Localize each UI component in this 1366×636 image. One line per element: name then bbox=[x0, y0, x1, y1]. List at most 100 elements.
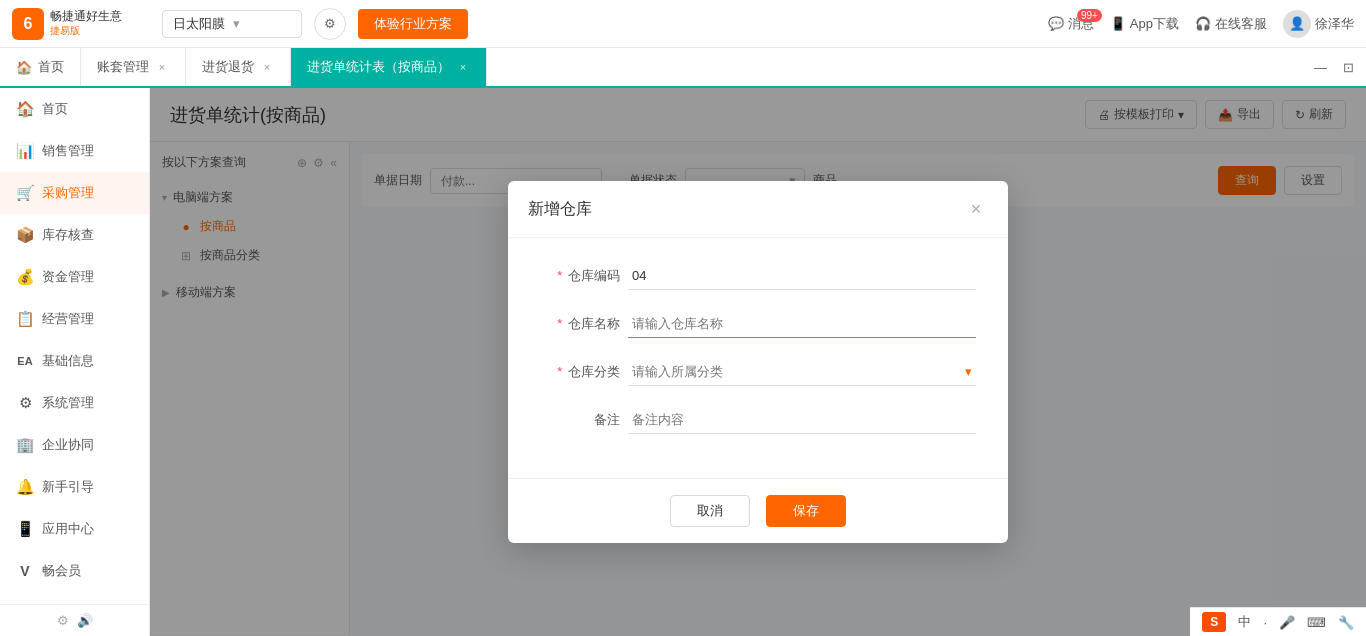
logo-icon: 6 bbox=[12, 8, 44, 40]
tools-icon[interactable]: 🔧 bbox=[1338, 615, 1354, 630]
sidebar-volume-icon[interactable]: 🔊 bbox=[77, 613, 93, 628]
sidebar-item-home[interactable]: 🏠 首页 bbox=[0, 88, 149, 130]
sidebar-item-enterprise[interactable]: 🏢 企业协同 bbox=[0, 424, 149, 466]
app-center-icon: 📱 bbox=[16, 520, 34, 538]
base-info-icon: EA bbox=[16, 352, 34, 370]
sidebar-item-vip[interactable]: V 畅会员 bbox=[0, 550, 149, 592]
system-icon: ⚙ bbox=[16, 394, 34, 412]
tab-purchase-return-label: 进货退货 bbox=[202, 58, 254, 76]
sidebar-item-system[interactable]: ⚙ 系统管理 bbox=[0, 382, 149, 424]
dot-icon[interactable]: · bbox=[1263, 615, 1267, 630]
sidebar-item-vip-label: 畅会员 bbox=[42, 562, 81, 580]
form-row-category: * 仓库分类 ▾ bbox=[540, 358, 976, 386]
sidebar: 🏠 首页 📊 销售管理 🛒 采购管理 📦 库存核查 💰 资金管理 📋 经营管理 … bbox=[0, 88, 150, 636]
sidebar-item-purchase-label: 采购管理 bbox=[42, 184, 94, 202]
sidebar-item-guide-label: 新手引导 bbox=[42, 478, 94, 496]
header-center: ⚙ 体验行业方案 bbox=[314, 8, 468, 40]
mic-icon[interactable]: 🎤 bbox=[1279, 615, 1295, 630]
message-icon: 💬 bbox=[1048, 16, 1064, 31]
sidebar-item-finance-label: 资金管理 bbox=[42, 268, 94, 286]
header-right: 💬 消息 99+ 📱 App下载 🎧 在线客服 👤 徐泽华 bbox=[1048, 10, 1354, 38]
sales-icon: 📊 bbox=[16, 142, 34, 160]
app-download-label: App下载 bbox=[1130, 15, 1179, 33]
username: 徐泽华 bbox=[1315, 15, 1354, 33]
sidebar-item-home-label: 首页 bbox=[42, 100, 68, 118]
tab-purchase-stats-close-icon[interactable]: × bbox=[456, 60, 470, 74]
avatar: 👤 bbox=[1283, 10, 1311, 38]
modal-overlay: 新增仓库 × * 仓库编码 * bbox=[150, 88, 1366, 636]
modal-new-warehouse: 新增仓库 × * 仓库编码 * bbox=[508, 181, 1008, 543]
tab-minimize-icon[interactable]: — bbox=[1310, 58, 1331, 77]
save-button[interactable]: 保存 bbox=[766, 495, 846, 527]
enterprise-icon: 🏢 bbox=[16, 436, 34, 454]
sidebar-item-system-label: 系统管理 bbox=[42, 394, 94, 412]
headset-icon: 🎧 bbox=[1195, 16, 1211, 31]
sidebar-item-app-center[interactable]: 📱 应用中心 bbox=[0, 508, 149, 550]
s-logo-icon[interactable]: S bbox=[1202, 612, 1226, 632]
zh-icon[interactable]: 中 bbox=[1238, 613, 1251, 631]
store-name: 日太阳膜 bbox=[173, 15, 225, 33]
tab-accounts[interactable]: 账套管理 × bbox=[81, 48, 186, 86]
sidebar-item-sales-label: 销售管理 bbox=[42, 142, 94, 160]
purchase-icon: 🛒 bbox=[16, 184, 34, 202]
sidebar-settings-icon[interactable]: ⚙ bbox=[57, 613, 69, 628]
sidebar-item-base-info-label: 基础信息 bbox=[42, 352, 94, 370]
home-icon: 🏠 bbox=[16, 60, 32, 75]
sidebar-item-inventory-label: 库存核查 bbox=[42, 226, 94, 244]
bottom-bar: S 中 · 🎤 ⌨ 🔧 bbox=[1190, 607, 1366, 636]
warehouse-name-input[interactable] bbox=[628, 310, 976, 338]
tab-home-label: 首页 bbox=[38, 58, 64, 76]
form-row-name: * 仓库名称 bbox=[540, 310, 976, 338]
guide-icon: 🔔 bbox=[16, 478, 34, 496]
category-label: * 仓库分类 bbox=[540, 363, 620, 381]
tab-accounts-label: 账套管理 bbox=[97, 58, 149, 76]
cancel-button[interactable]: 取消 bbox=[670, 495, 750, 527]
tab-purchase-stats[interactable]: 进货单统计表（按商品） × bbox=[291, 48, 487, 86]
sidebar-item-operations[interactable]: 📋 经营管理 bbox=[0, 298, 149, 340]
user-profile-button[interactable]: 👤 徐泽华 bbox=[1283, 10, 1354, 38]
operations-icon: 📋 bbox=[16, 310, 34, 328]
remark-label: 备注 bbox=[540, 411, 620, 429]
mobile-icon: 📱 bbox=[1110, 16, 1126, 31]
keyboard-icon[interactable]: ⌨ bbox=[1307, 615, 1326, 630]
tab-purchase-stats-label: 进货单统计表（按商品） bbox=[307, 58, 450, 76]
tab-home[interactable]: 🏠 首页 bbox=[0, 48, 81, 86]
sidebar-item-finance[interactable]: 💰 资金管理 bbox=[0, 256, 149, 298]
remark-input[interactable] bbox=[628, 406, 976, 434]
sidebar-item-purchase[interactable]: 🛒 采购管理 bbox=[0, 172, 149, 214]
logo-text: 畅捷通好生意 bbox=[50, 9, 122, 25]
vip-icon: V bbox=[16, 562, 34, 580]
code-label: * 仓库编码 bbox=[540, 267, 620, 285]
modal-body: * 仓库编码 * 仓库名称 bbox=[508, 238, 1008, 478]
name-label: * 仓库名称 bbox=[540, 315, 620, 333]
sidebar-item-sales[interactable]: 📊 销售管理 bbox=[0, 130, 149, 172]
sidebar-item-guide[interactable]: 🔔 新手引导 bbox=[0, 466, 149, 508]
warehouse-code-input[interactable] bbox=[628, 262, 976, 290]
tab-purchase-return[interactable]: 进货退货 × bbox=[186, 48, 291, 86]
message-badge: 99+ bbox=[1077, 9, 1102, 22]
modal-close-icon[interactable]: × bbox=[964, 197, 988, 221]
tab-expand-icon[interactable]: ⊡ bbox=[1339, 58, 1358, 77]
logo-badge: 捷易版 bbox=[50, 24, 122, 38]
message-button[interactable]: 💬 消息 99+ bbox=[1048, 15, 1094, 33]
category-select-wrap[interactable]: ▾ bbox=[628, 358, 976, 386]
sidebar-item-base-info[interactable]: EA 基础信息 bbox=[0, 340, 149, 382]
tab-bar: 🏠 首页 账套管理 × 进货退货 × 进货单统计表（按商品） × — ⊡ bbox=[0, 48, 1366, 88]
top-header: 6 畅捷通好生意 捷易版 日太阳膜 ▾ ⚙ 体验行业方案 💬 消息 99+ 📱 … bbox=[0, 0, 1366, 48]
tab-purchase-return-close-icon[interactable]: × bbox=[260, 60, 274, 74]
home-icon: 🏠 bbox=[16, 100, 34, 118]
modal-footer: 取消 保存 bbox=[508, 478, 1008, 543]
category-input[interactable] bbox=[632, 364, 965, 379]
tab-accounts-close-icon[interactable]: × bbox=[155, 60, 169, 74]
main-layout: 🏠 首页 📊 销售管理 🛒 采购管理 📦 库存核查 💰 资金管理 📋 经营管理 … bbox=[0, 88, 1366, 636]
app-download-button[interactable]: 📱 App下载 bbox=[1110, 15, 1179, 33]
online-service-button[interactable]: 🎧 在线客服 bbox=[1195, 15, 1267, 33]
form-row-code: * 仓库编码 bbox=[540, 262, 976, 290]
sidebar-item-inventory[interactable]: 📦 库存核查 bbox=[0, 214, 149, 256]
online-service-label: 在线客服 bbox=[1215, 15, 1267, 33]
category-dropdown-icon[interactable]: ▾ bbox=[965, 364, 972, 379]
experience-industry-button[interactable]: 体验行业方案 bbox=[358, 9, 468, 39]
settings-button[interactable]: ⚙ bbox=[314, 8, 346, 40]
store-selector[interactable]: 日太阳膜 ▾ bbox=[162, 10, 302, 38]
inventory-icon: 📦 bbox=[16, 226, 34, 244]
